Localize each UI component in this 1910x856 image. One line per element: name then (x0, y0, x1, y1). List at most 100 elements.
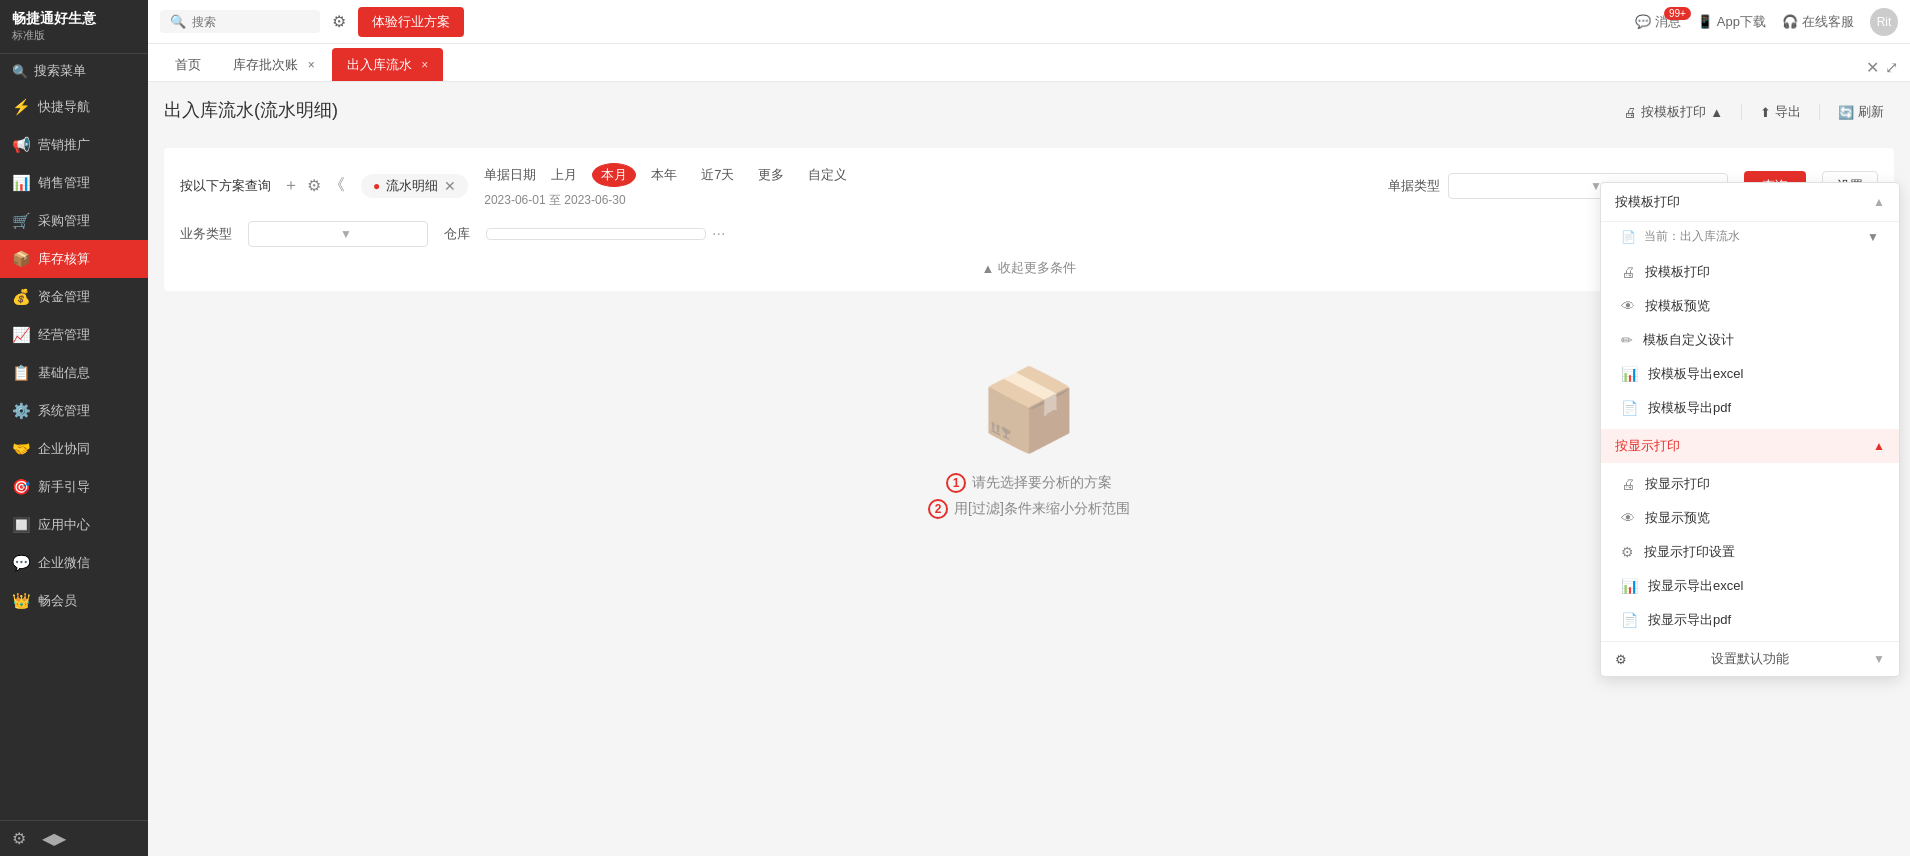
sidebar-item-corp-wechat[interactable]: 💬 企业微信 (0, 544, 148, 582)
current-icon: 📄 (1621, 230, 1636, 244)
online-service-label: 在线客服 (1802, 13, 1854, 31)
tab-flow[interactable]: 出入库流水 × (332, 48, 444, 81)
topbar-search-input[interactable] (192, 15, 292, 29)
display-print-item[interactable]: 🖨 按显示打印 (1601, 467, 1899, 501)
date-btn-more[interactable]: 更多 (749, 162, 793, 188)
date-btn-7days[interactable]: 近7天 (692, 162, 743, 188)
date-btn-current-year[interactable]: 本年 (642, 162, 686, 188)
sidebar-item-inventory[interactable]: 📦 库存核算 (0, 240, 148, 278)
headset-icon: 🎧 (1782, 14, 1798, 29)
content-toolbar: 🖨 按模板打印 ▲ ⬆ 导出 🔄 刷新 (1614, 98, 1894, 126)
topbar-gear-icon[interactable]: ⚙ (332, 12, 346, 31)
filter-tag-remove[interactable]: ✕ (444, 178, 456, 194)
app-download-button[interactable]: 📱 App下载 (1697, 13, 1766, 31)
sidebar-item-operations[interactable]: 📈 经营管理 (0, 316, 148, 354)
corp-wechat-icon: 💬 (12, 554, 30, 572)
topbar-search-icon: 🔍 (170, 14, 186, 29)
sales-icon: 📊 (12, 174, 30, 192)
template-export-pdf-item[interactable]: 📄 按模板导出pdf (1601, 391, 1899, 425)
warehouse-select[interactable] (486, 228, 706, 240)
filter-settings-icon[interactable]: ⚙ (307, 176, 321, 195)
collapse-sidebar-icon[interactable]: ◀▶ (42, 829, 66, 848)
filter-tag-stream[interactable]: ● 流水明细 ✕ (361, 174, 468, 198)
display-export-excel-item[interactable]: 📊 按显示导出excel (1601, 569, 1899, 603)
filter-tag-icon: ● (373, 179, 380, 193)
template-print-label: 按模板打印 (1645, 263, 1710, 281)
empty-illustration: 📦 (979, 363, 1079, 457)
app-title: 畅捷通好生意 (12, 10, 136, 28)
close-panel-button[interactable]: ✕ (1866, 58, 1879, 77)
sidebar-item-label: 畅会员 (38, 592, 77, 610)
user-avatar[interactable]: Rit (1870, 8, 1898, 36)
display-export-pdf-item[interactable]: 📄 按显示导出pdf (1601, 603, 1899, 637)
tab-flow-close[interactable]: × (421, 58, 428, 72)
display-group-chevron: ▲ (1873, 439, 1885, 453)
date-btn-current-month[interactable]: 本月 (592, 163, 636, 187)
display-print-settings-item[interactable]: ⚙ 按显示打印设置 (1601, 535, 1899, 569)
dropdown-chevron-icon[interactable]: ▲ (1873, 195, 1885, 209)
template-preview-item[interactable]: 👁 按模板预览 (1601, 289, 1899, 323)
display-preview-item[interactable]: 👁 按显示预览 (1601, 501, 1899, 535)
marketing-icon: 📢 (12, 136, 30, 154)
collapse-filter-button[interactable]: ▲ 收起更多条件 (982, 259, 1077, 277)
export-button[interactable]: ⬆ 导出 (1750, 98, 1811, 126)
display-export-pdf-label: 按显示导出pdf (1648, 611, 1731, 629)
template-customize-item[interactable]: ✏ 模板自定义设计 (1601, 323, 1899, 357)
tab-panel-buttons: ✕ ⤢ (1866, 58, 1898, 81)
sidebar-item-label: 企业微信 (38, 554, 90, 572)
filter-actions: ＋ ⚙ 《 (283, 175, 345, 196)
sidebar-item-system[interactable]: ⚙️ 系统管理 (0, 392, 148, 430)
topbar-search-box[interactable]: 🔍 (160, 10, 320, 33)
print-template-label: 按模板打印 (1641, 103, 1706, 121)
industry-solution-button[interactable]: 体验行业方案 (358, 7, 464, 37)
sidebar-item-app-center[interactable]: 🔲 应用中心 (0, 506, 148, 544)
template-preview-label: 按模板预览 (1645, 297, 1710, 315)
search-icon: 🔍 (12, 64, 28, 79)
settings-bottom-icon[interactable]: ⚙ (12, 829, 26, 848)
warehouse-dots-icon[interactable]: ··· (712, 225, 725, 243)
main-area: 🔍 ⚙ 体验行业方案 💬 消息 99+ 📱 App下载 🎧 在线客服 Rit (148, 0, 1910, 856)
tab-batch-close[interactable]: × (308, 58, 315, 72)
search-menu-label: 搜索菜单 (34, 62, 86, 80)
print-template-button[interactable]: 🖨 按模板打印 ▲ (1614, 98, 1733, 126)
online-service-button[interactable]: 🎧 在线客服 (1782, 13, 1854, 31)
sidebar-item-purchase[interactable]: 🛒 采购管理 (0, 202, 148, 240)
sidebar-item-finance[interactable]: 💰 资金管理 (0, 278, 148, 316)
display-preview-label: 按显示预览 (1645, 509, 1710, 527)
sidebar-item-label: 资金管理 (38, 288, 90, 306)
tab-batch[interactable]: 库存批次账 × (218, 48, 330, 81)
filter-collapse-icon[interactable]: 《 (329, 175, 345, 196)
operations-icon: 📈 (12, 326, 30, 344)
template-print-item[interactable]: 🖨 按模板打印 (1601, 255, 1899, 289)
date-btn-custom[interactable]: 自定义 (799, 162, 856, 188)
hint-number-1: 1 (946, 473, 966, 493)
sidebar-item-sales[interactable]: 📊 销售管理 (0, 164, 148, 202)
expand-panel-button[interactable]: ⤢ (1885, 58, 1898, 77)
date-btn-prev-month[interactable]: 上月 (542, 162, 586, 188)
tab-home[interactable]: 首页 (160, 48, 216, 81)
refresh-button[interactable]: 🔄 刷新 (1828, 98, 1894, 126)
search-menu[interactable]: 🔍 搜索菜单 (0, 54, 148, 88)
add-filter-icon[interactable]: ＋ (283, 175, 299, 196)
collapse-up-icon: ▲ (982, 261, 995, 276)
message-icon: 💬 (1635, 14, 1651, 29)
empty-hint-1-text: 请先选择要分析的方案 (972, 474, 1112, 492)
template-export-excel-item[interactable]: 📊 按模板导出excel (1601, 357, 1899, 391)
sidebar-item-vip[interactable]: 👑 畅会员 (0, 582, 148, 620)
set-default-item[interactable]: ⚙ 设置默认功能 ▼ (1601, 641, 1899, 676)
sidebar-item-quick-nav[interactable]: ⚡ 快捷导航 (0, 88, 148, 126)
tab-batch-label: 库存批次账 (233, 57, 298, 72)
business-type-select[interactable]: ▼ (248, 221, 428, 247)
current-template-text: 当前：出入库流水 (1644, 228, 1740, 245)
hint-number-2: 2 (928, 499, 948, 519)
sidebar-item-corp-collab[interactable]: 🤝 企业协同 (0, 430, 148, 468)
display-print-group-header[interactable]: 按显示打印 ▲ (1601, 429, 1899, 463)
sidebar-item-basic-info[interactable]: 📋 基础信息 (0, 354, 148, 392)
current-template-label: 📄 当前：出入库流水 ▼ (1601, 222, 1899, 251)
filter-tag-label: 流水明细 (386, 177, 438, 195)
message-button[interactable]: 💬 消息 99+ (1635, 13, 1681, 31)
sidebar-item-newbie[interactable]: 🎯 新手引导 (0, 468, 148, 506)
display-print-settings-icon: ⚙ (1621, 544, 1634, 560)
sidebar-item-marketing[interactable]: 📢 营销推广 (0, 126, 148, 164)
template-export-pdf-label: 按模板导出pdf (1648, 399, 1731, 417)
